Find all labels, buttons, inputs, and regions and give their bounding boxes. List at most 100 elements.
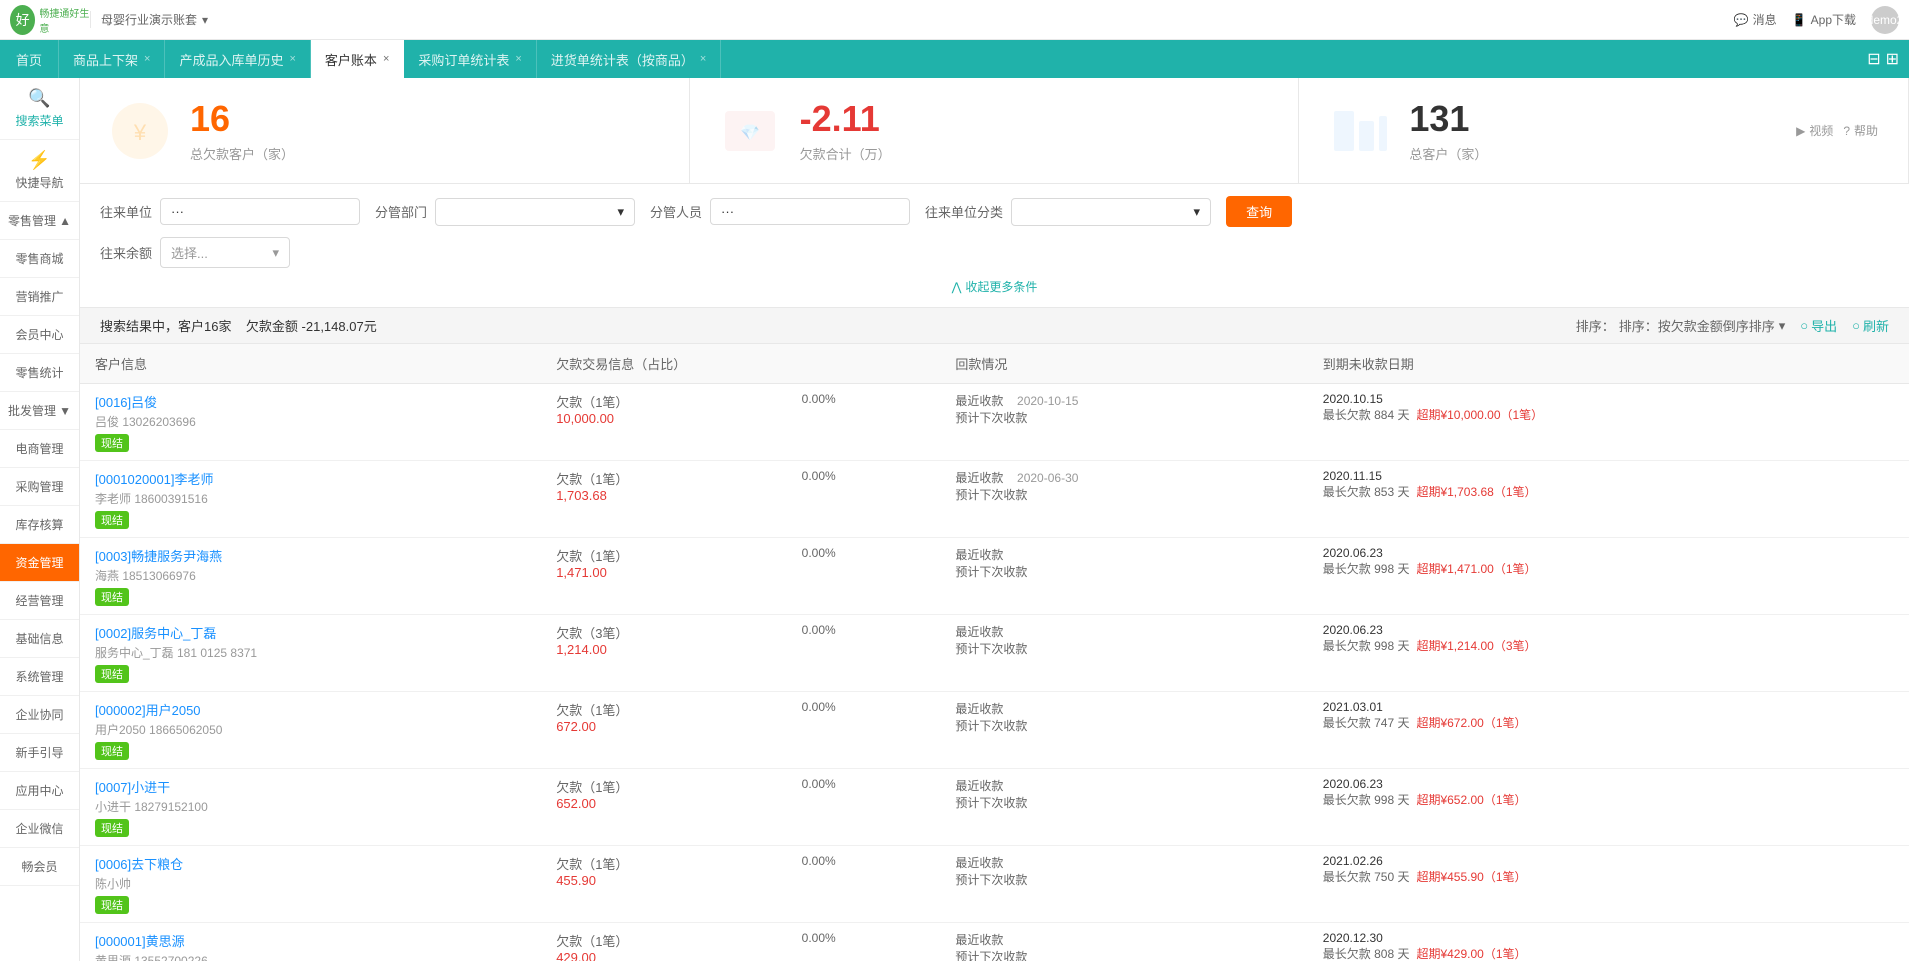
maximize-tabs-icon[interactable]: ⊞ [1886, 49, 1899, 69]
debt-count: 欠款（1笔） [556, 931, 771, 950]
sidebar-item-basic-info[interactable]: 基础信息 [0, 620, 79, 658]
next-collect-label: 预计下次收款 [955, 640, 1292, 657]
debt-amount: 1,214.00 [556, 642, 771, 657]
retail-mgmt-expand-icon: ▲ [59, 214, 71, 228]
tab-customer-account[interactable]: 客户账本 × [311, 40, 404, 78]
video-btn[interactable]: ▶ 视频 [1796, 122, 1833, 139]
customer-name-link[interactable]: [0016]吕俊 [95, 392, 526, 411]
customer-phone: 小进干 18279152100 [95, 798, 526, 815]
minimize-tabs-icon[interactable]: ⊟ [1867, 49, 1880, 69]
sidebar-item-stock-audit[interactable]: 库存核算 [0, 506, 79, 544]
customer-name-link[interactable]: [0003]畅捷服务尹海燕 [95, 546, 526, 565]
table-row: [0002]服务中心_丁磊 服务中心_丁磊 181 0125 8371 现结 欠… [80, 615, 1909, 692]
sidebar-item-purchase-mgmt[interactable]: 采购管理 [0, 468, 79, 506]
filter-area: 往来单位 ··· 分管部门 ▾ 分管人员 ··· [80, 184, 1909, 308]
close-tab-produce-history[interactable]: × [289, 53, 295, 65]
store-selector[interactable]: 母婴行业演示账套 ▾ [90, 11, 223, 28]
tab-home[interactable]: 首页 [0, 40, 59, 78]
close-tab-products-offline[interactable]: × [144, 53, 150, 65]
refresh-button[interactable]: ○ 刷新 [1852, 316, 1889, 335]
customer-name-link[interactable]: [0006]去下粮仓 [95, 854, 526, 873]
next-collect-label: 预计下次收款 [955, 563, 1292, 580]
td-customer-info: [0001020001]李老师 李老师 18600391516 现结 [80, 461, 541, 538]
tab-produce-history[interactable]: 产成品入库单历史 × [165, 40, 310, 78]
collapse-filter-btn[interactable]: ⋀ 收起更多条件 [100, 278, 1889, 295]
overdue-amount-link[interactable]: 超期¥1,471.00（1笔） [1416, 562, 1536, 576]
query-button[interactable]: 查询 [1226, 196, 1292, 227]
sidebar-item-batch-mgmt[interactable]: 批发管理 ▼ [0, 392, 79, 430]
td-debt-count: 欠款（1笔） 10,000.00 [541, 384, 786, 461]
sidebar-item-corp-wechat[interactable]: 企业微信 [0, 810, 79, 848]
message-icon: 💬 [1734, 13, 1749, 27]
close-tab-stock-statistics[interactable]: × [700, 53, 706, 65]
sidebar-item-retail-mall[interactable]: 零售商城 [0, 240, 79, 278]
overdue-amount-link[interactable]: 超期¥455.90（1笔） [1416, 870, 1526, 884]
sidebar-item-vip-member[interactable]: 畅会员 [0, 848, 79, 886]
overdue-info: 最长欠款 808 天 超期¥429.00（1笔） [1323, 945, 1894, 961]
overdue-amount-link[interactable]: 超期¥10,000.00（1笔） [1416, 408, 1543, 422]
customer-name-link[interactable]: [000002]用户2050 [95, 700, 526, 719]
department-select[interactable]: ▾ [435, 198, 635, 226]
sidebar-item-member-center[interactable]: 会员中心 [0, 316, 79, 354]
from-unit-input[interactable]: ··· [160, 198, 360, 225]
tab-stock-statistics[interactable]: 进货单统计表（按商品） × [537, 40, 721, 78]
stat-card3-info: 131 总客户（家） [1409, 98, 1796, 163]
close-tab-purchase-order[interactable]: × [515, 53, 521, 65]
sidebar-item-search-menu[interactable]: 🔍 搜索菜单 [0, 78, 79, 140]
sidebar-item-new-guide[interactable]: 新手引导 [0, 734, 79, 772]
table-row: [000001]黄思源 黄思源 13552700226 现结 欠款（1笔） 42… [80, 923, 1909, 961]
customer-tag: 现结 [95, 665, 129, 683]
last-collect-label: 最近收款 2020-06-30 [955, 469, 1292, 486]
overdue-amount-link[interactable]: 超期¥1,214.00（3笔） [1416, 639, 1536, 653]
debt-amount: 455.90 [556, 873, 771, 888]
department-label: 分管部门 [375, 202, 427, 221]
customer-name-link[interactable]: [0001020001]李老师 [95, 469, 526, 488]
tab-products-offline[interactable]: 商品上下架 × [59, 40, 165, 78]
sidebar-item-system-mgmt[interactable]: 系统管理 [0, 658, 79, 696]
unit-category-select[interactable]: ▾ [1011, 198, 1211, 226]
close-tab-customer-account[interactable]: × [383, 53, 389, 65]
tab-purchase-order[interactable]: 采购订单统计表 × [404, 40, 536, 78]
customer-name-link[interactable]: [0002]服务中心_丁磊 [95, 623, 526, 642]
sidebar-item-finance-mgmt[interactable]: 资金管理 [0, 544, 79, 582]
sidebar-item-operations[interactable]: 经营管理 [0, 582, 79, 620]
table-row: [0006]去下粮仓 陈小帅 现结 欠款（1笔） 455.90 0.00% 最近… [80, 846, 1909, 923]
debt-amount: 429.00 [556, 950, 771, 961]
sidebar-item-app-center[interactable]: 应用中心 [0, 772, 79, 810]
sidebar-item-corp-collab[interactable]: 企业协同 [0, 696, 79, 734]
sidebar-item-marketing[interactable]: 营销推广 [0, 278, 79, 316]
overdue-amount-link[interactable]: 超期¥672.00（1笔） [1416, 716, 1526, 730]
stat-label-total-customers: 总客户（家） [1409, 144, 1796, 163]
td-due-date: 2020.06.23 最长欠款 998 天 超期¥652.00（1笔） [1308, 769, 1909, 846]
sort-button[interactable]: 排序： 排序：按欠款金额倒序排序 ▾ [1576, 316, 1786, 335]
customer-table: 客户信息 欠款交易信息（占比） 回款情况 到期未收款日期 [0016]吕俊 吕俊… [80, 344, 1909, 961]
svg-text:💎: 💎 [740, 124, 760, 142]
overdue-amount-link[interactable]: 超期¥429.00（1笔） [1416, 947, 1526, 961]
stat-card-total-customers: 131 总客户（家） ▶ 视频 ? 帮助 [1299, 78, 1909, 183]
refresh-icon: ○ [1852, 318, 1860, 333]
overdue-amount-link[interactable]: 超期¥652.00（1笔） [1416, 793, 1526, 807]
last-collect-label: 最近收款 [955, 546, 1292, 563]
help-btn[interactable]: ? 帮助 [1843, 122, 1878, 139]
app-download-btn[interactable]: 📱 App下载 [1792, 11, 1856, 28]
sidebar-item-retail-stats[interactable]: 零售统计 [0, 354, 79, 392]
user-btn[interactable]: demo2 [1871, 6, 1899, 34]
customer-tag: 现结 [95, 511, 129, 529]
debt-amount: 1,471.00 [556, 565, 771, 580]
sidebar-item-quick-nav[interactable]: ⚡ 快捷导航 [0, 140, 79, 202]
balance-select[interactable]: 选择... ▾ [160, 237, 290, 268]
export-button[interactable]: ○ 导出 [1800, 316, 1837, 335]
customer-name-link[interactable]: [000001]黄思源 [95, 931, 526, 950]
total-customers-icon [1329, 101, 1389, 161]
customer-name-link[interactable]: [0007]小进干 [95, 777, 526, 796]
stat-card3-actions: ▶ 视频 ? 帮助 [1796, 122, 1878, 139]
debt-pct: 0.00% [802, 854, 926, 868]
messages-btn[interactable]: 💬 消息 [1734, 11, 1777, 28]
overdue-amount-link[interactable]: 超期¥1,703.68（1笔） [1416, 485, 1536, 499]
sidebar: 🔍 搜索菜单 ⚡ 快捷导航 零售管理 ▲ 零售商城 营销推广 会员中心 零售统计… [0, 78, 80, 961]
debt-count: 欠款（3笔） [556, 623, 771, 642]
manager-input[interactable]: ··· [710, 198, 910, 225]
td-debt-count: 欠款（1笔） 429.00 [541, 923, 786, 961]
sidebar-item-retail-mgmt[interactable]: 零售管理 ▲ [0, 202, 79, 240]
sidebar-item-ecommerce[interactable]: 电商管理 [0, 430, 79, 468]
